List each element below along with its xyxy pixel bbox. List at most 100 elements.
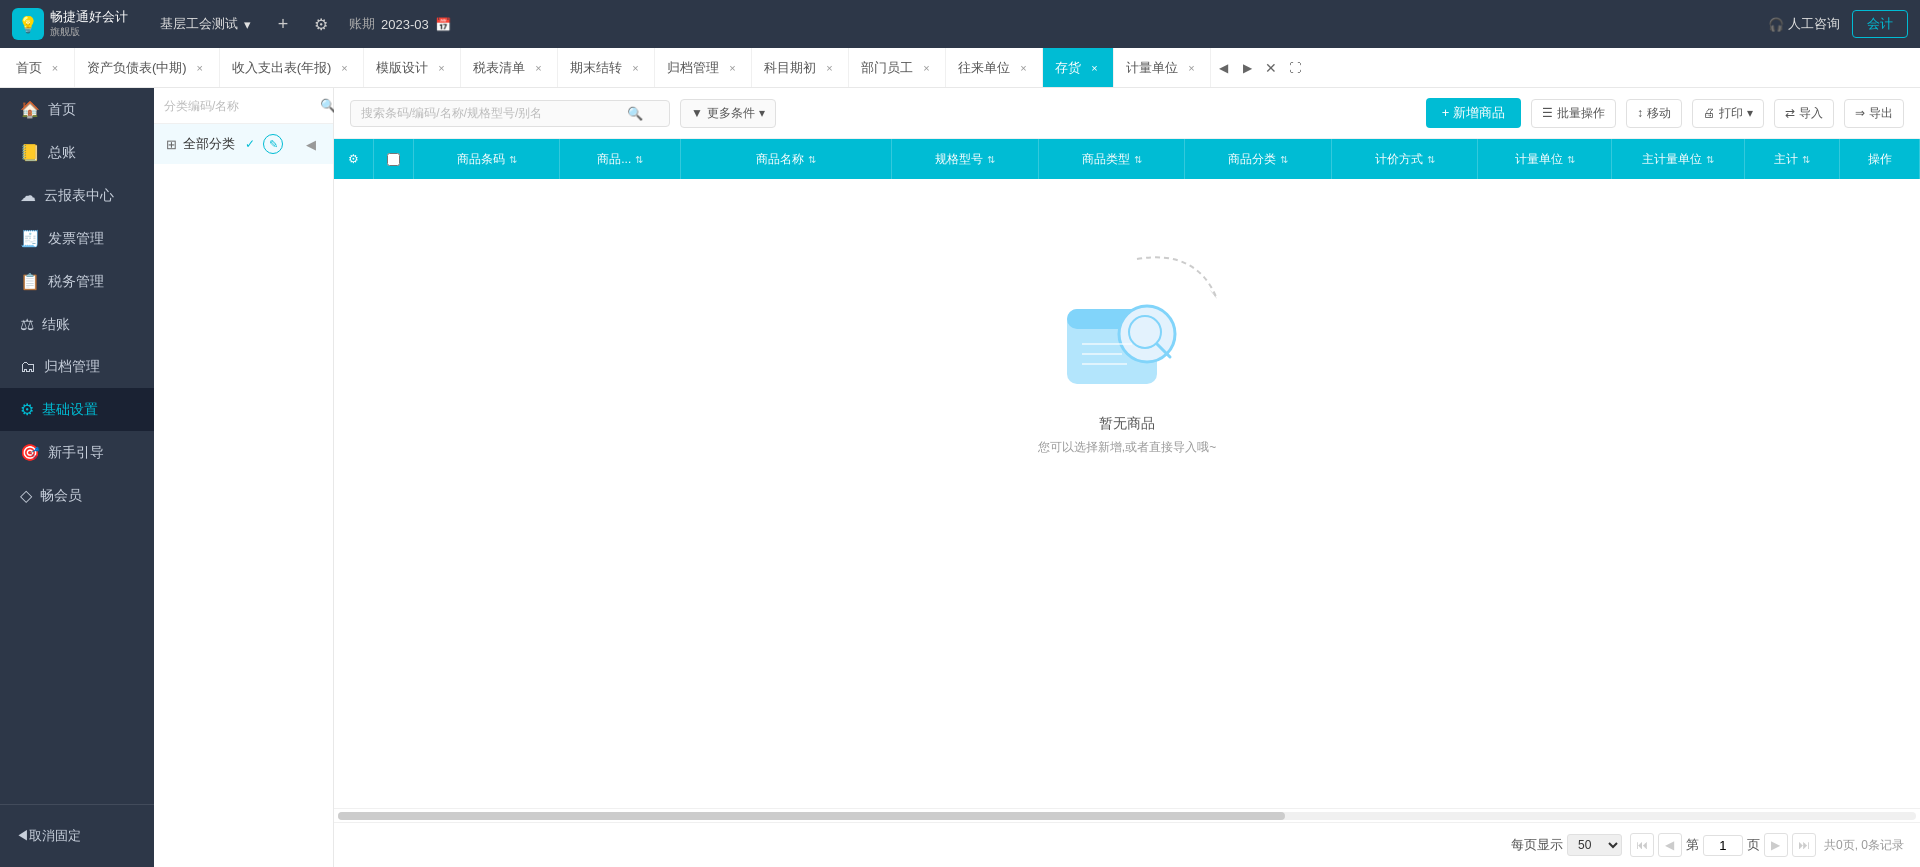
filter-button[interactable]: ▼ 更多条件 ▾ — [680, 99, 776, 128]
page-number-input[interactable] — [1703, 835, 1743, 856]
th-category-label: 商品分类 — [1228, 151, 1276, 168]
tab-home[interactable]: 首页 × — [4, 48, 75, 88]
tab-balance-close[interactable]: × — [193, 61, 207, 75]
tab-inventory-close[interactable]: × — [1087, 61, 1101, 75]
th-price-method[interactable]: 计价方式 ⇅ — [1332, 139, 1478, 179]
th-unit[interactable]: 计量单位 ⇅ — [1478, 139, 1612, 179]
company-selector[interactable]: 基层工会测试 ▾ — [152, 11, 259, 37]
tab-archive-close[interactable]: × — [725, 61, 739, 75]
tab-template-close[interactable]: × — [434, 61, 448, 75]
sidebar-item-home[interactable]: 🏠 首页 — [0, 88, 154, 131]
sidebar-item-closing[interactable]: ⚖ 结账 — [0, 303, 154, 346]
tabs-close-all-button[interactable]: ✕ — [1259, 56, 1283, 80]
th-checkbox[interactable] — [374, 139, 414, 179]
account-button[interactable]: 会计 — [1852, 10, 1908, 38]
th-code[interactable]: 商品... ⇅ — [560, 139, 681, 179]
tab-closing-close[interactable]: × — [628, 61, 642, 75]
select-all-checkbox[interactable] — [387, 153, 400, 166]
tab-subject-close[interactable]: × — [822, 61, 836, 75]
tab-contacts-close[interactable]: × — [1016, 61, 1030, 75]
add-tab-button[interactable]: + — [269, 10, 297, 38]
page-prev-button[interactable]: ◀ — [1658, 833, 1682, 857]
tab-income[interactable]: 收入支出表(年报) × — [220, 48, 365, 88]
tab-dept-label: 部门员工 — [861, 59, 913, 77]
sidebar-item-reports[interactable]: ☁ 云报表中心 — [0, 174, 154, 217]
move-button[interactable]: ↕ 移动 — [1626, 99, 1682, 128]
app-logo: 💡 畅捷通好会计 旗舰版 — [12, 8, 142, 40]
tab-contacts[interactable]: 往来单位 × — [946, 48, 1043, 88]
sidebar-item-archive[interactable]: 🗂 归档管理 — [0, 346, 154, 388]
th-barcode[interactable]: 商品条码 ⇅ — [414, 139, 560, 179]
tab-home-close[interactable]: × — [48, 61, 62, 75]
sidebar-item-settings[interactable]: ⚙ 基础设置 — [0, 388, 154, 431]
sidebar-item-guide[interactable]: 🎯 新手引导 — [0, 431, 154, 474]
tab-unit-close[interactable]: × — [1184, 61, 1198, 75]
th-num[interactable]: 主计 ⇅ — [1745, 139, 1840, 179]
th-spec[interactable]: 规格型号 ⇅ — [892, 139, 1038, 179]
sort-type-icon[interactable]: ⇅ — [1134, 154, 1142, 165]
batch-icon: ☰ — [1542, 106, 1553, 120]
sort-code-icon[interactable]: ⇅ — [635, 154, 643, 165]
th-settings[interactable]: ⚙ — [334, 139, 374, 179]
consultant-button[interactable]: 🎧 人工咨询 — [1768, 15, 1840, 33]
import-button[interactable]: ⇄ 导入 — [1774, 99, 1834, 128]
th-name[interactable]: 商品名称 ⇅ — [681, 139, 892, 179]
sort-spec-icon[interactable]: ⇅ — [987, 154, 995, 165]
tab-archive[interactable]: 归档管理 × — [655, 48, 752, 88]
sort-price-icon[interactable]: ⇅ — [1427, 154, 1435, 165]
tabs-expand-button[interactable]: ⛶ — [1283, 56, 1307, 80]
tab-balance-label: 资产负债表(中期) — [87, 59, 187, 77]
tab-template[interactable]: 模版设计 × — [364, 48, 461, 88]
batch-button[interactable]: ☰ 批量操作 — [1531, 99, 1616, 128]
product-search-input[interactable] — [361, 106, 621, 120]
th-unit-label: 计量单位 — [1515, 151, 1563, 168]
tab-balance[interactable]: 资产负债表(中期) × — [75, 48, 220, 88]
category-search-input[interactable] — [164, 99, 314, 113]
page-first-button[interactable]: ⏮ — [1630, 833, 1654, 857]
th-type[interactable]: 商品类型 ⇅ — [1039, 139, 1185, 179]
sidebar-item-member[interactable]: ◇ 畅会员 — [0, 474, 154, 517]
sort-barcode-icon[interactable]: ⇅ — [509, 154, 517, 165]
sort-category-icon[interactable]: ⇅ — [1280, 154, 1288, 165]
print-button[interactable]: 🖨 打印 ▾ — [1692, 99, 1764, 128]
sort-main-unit-icon[interactable]: ⇅ — [1706, 154, 1714, 165]
content-area: 🔍 ⊞ 全部分类 ✓ ✎ ◀ 🔍 — [154, 88, 1920, 867]
unpin-button[interactable]: ◀取消固定 — [0, 817, 154, 855]
tab-dept-close[interactable]: × — [919, 61, 933, 75]
tab-income-close[interactable]: × — [337, 61, 351, 75]
tabs-prev-button[interactable]: ◀ — [1211, 56, 1235, 80]
sidebar-item-invoice[interactable]: 🧾 发票管理 — [0, 217, 154, 260]
calendar-icon[interactable]: 📅 — [435, 17, 451, 32]
header-settings-button[interactable]: ⚙ — [307, 10, 335, 38]
category-collapse-button[interactable]: ◀ — [301, 134, 321, 154]
scrollbar-thumb[interactable] — [338, 812, 1285, 820]
product-search-icon[interactable]: 🔍 — [627, 106, 643, 121]
th-category[interactable]: 商品分类 ⇅ — [1185, 139, 1331, 179]
sort-unit-icon[interactable]: ⇅ — [1567, 154, 1575, 165]
tab-dept[interactable]: 部门员工 × — [849, 48, 946, 88]
tab-unit-label: 计量单位 — [1126, 59, 1178, 77]
tab-tax-close[interactable]: × — [531, 61, 545, 75]
export-button[interactable]: ⇒ 导出 — [1844, 99, 1904, 128]
page-next-button[interactable]: ▶ — [1764, 833, 1788, 857]
period-value: 2023-03 — [381, 17, 429, 32]
sort-name-icon[interactable]: ⇅ — [808, 154, 816, 165]
tab-unit[interactable]: 计量单位 × — [1114, 48, 1211, 88]
tabs-next-button[interactable]: ▶ — [1235, 56, 1259, 80]
tab-tax[interactable]: 税表清单 × — [461, 48, 558, 88]
category-all-item[interactable]: ⊞ 全部分类 ✓ ✎ ◀ — [154, 124, 333, 164]
page-last-button[interactable]: ⏭ — [1792, 833, 1816, 857]
export-label: 导出 — [1869, 105, 1893, 122]
horizontal-scrollbar[interactable] — [334, 808, 1920, 822]
tab-inventory[interactable]: 存货 × — [1043, 48, 1114, 88]
sidebar-label-tax: 税务管理 — [48, 273, 104, 291]
th-main-unit[interactable]: 主计量单位 ⇅ — [1612, 139, 1746, 179]
add-product-button[interactable]: + 新增商品 — [1426, 98, 1521, 128]
per-page-select[interactable]: 10 20 50 100 — [1567, 834, 1622, 856]
sort-num-icon[interactable]: ⇅ — [1802, 154, 1810, 165]
sidebar-item-ledger[interactable]: 📒 总账 — [0, 131, 154, 174]
category-edit-button[interactable]: ✎ — [263, 134, 283, 154]
tab-subject[interactable]: 科目期初 × — [752, 48, 849, 88]
sidebar-item-tax[interactable]: 📋 税务管理 — [0, 260, 154, 303]
tab-closing[interactable]: 期末结转 × — [558, 48, 655, 88]
